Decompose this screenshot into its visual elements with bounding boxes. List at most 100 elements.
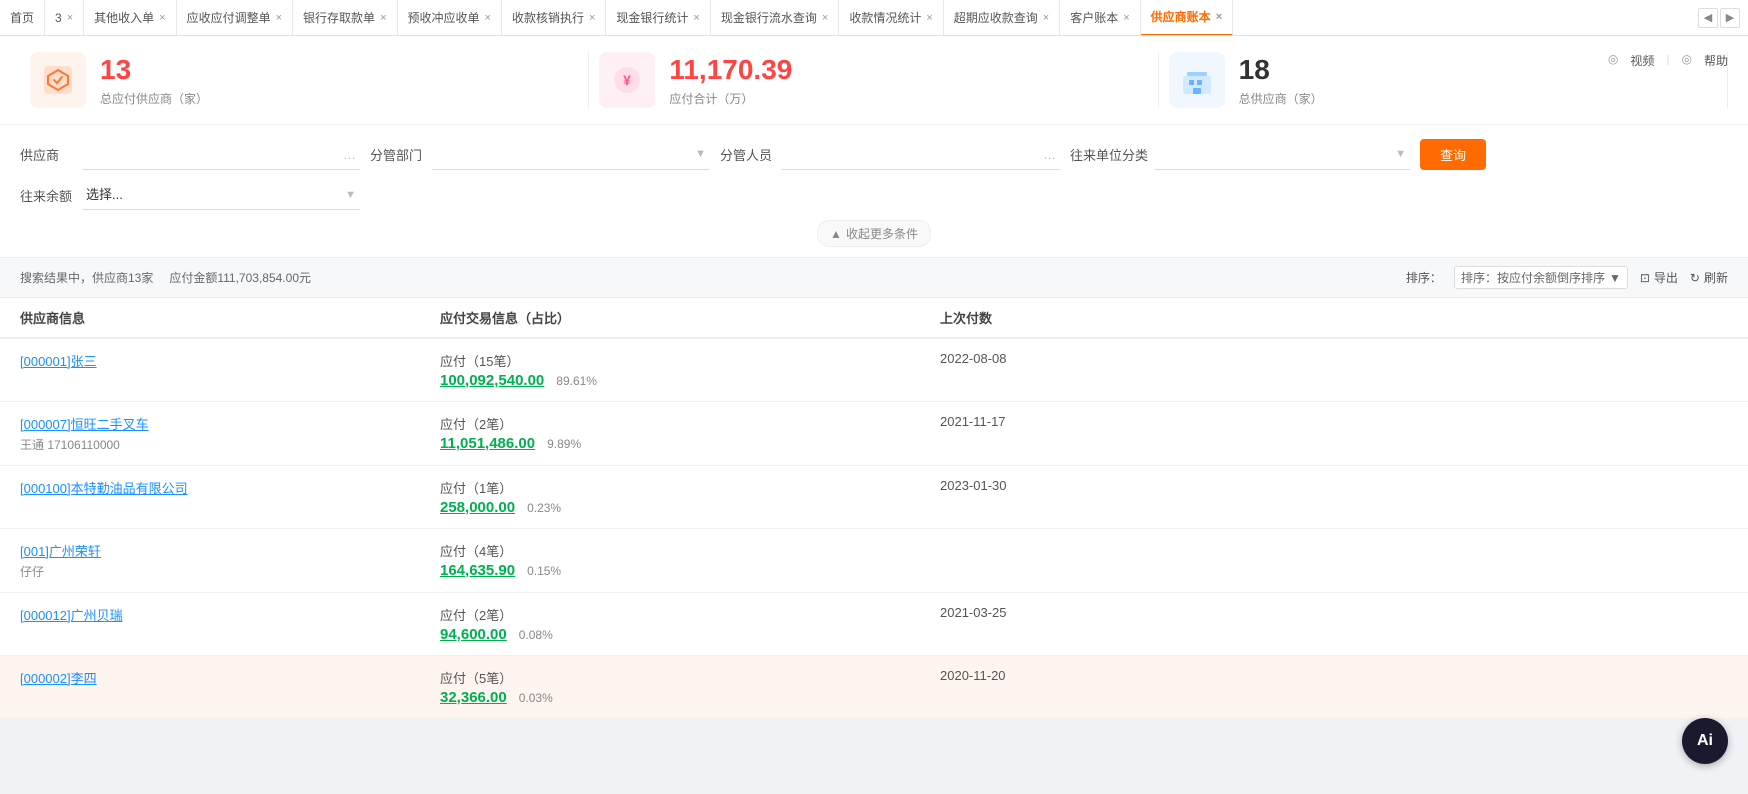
dept-select[interactable] <box>432 147 710 162</box>
nav-tab-cash-bank-flow-close[interactable]: × <box>822 12 828 24</box>
query-button[interactable]: 查询 <box>1420 139 1486 170</box>
nav-bank-deposit-label: 银行存取款单 <box>303 9 375 26</box>
stat-card-payable-total: ¥ 11,170.39 应付合计（万） <box>589 52 1158 108</box>
filter-manager: 分管人员 … <box>720 140 1060 170</box>
nav-tab-customer-account-close[interactable]: × <box>1123 12 1129 24</box>
stat-value-total-supplier: 18 <box>1239 53 1323 87</box>
top-nav: 首页 3 × 其他收入单 × 应收应付调整单 × 银行存取款单 × 预收冲应收单… <box>0 0 1748 36</box>
nav-tab-ap-adjust-close[interactable]: × <box>276 12 282 24</box>
filter-dept-label: 分管部门 <box>370 145 426 164</box>
supplier-link-4[interactable]: [000012]广州贝瑞 <box>20 608 123 623</box>
tx-percent-2: 0.23% <box>527 501 561 515</box>
supplier-link-3[interactable]: [001]广州荣轩 <box>20 544 101 559</box>
filter-balance-wrap: 选择... ▼ <box>82 180 360 210</box>
filter-area: 供应商 … 分管部门 ▼ 分管人员 … 往来单位分类 <box>0 125 1748 258</box>
sort-select[interactable]: 排序：按应付余额倒序排序 ▼ <box>1454 266 1628 289</box>
nav-cash-bank-flow-label: 现金银行流水查询 <box>721 9 817 26</box>
table-row: [000001]张三 应付（15笔） 100,092,540.00 89.61%… <box>0 339 1748 402</box>
nav-ap-adjust-label: 应收应付调整单 <box>187 9 271 26</box>
nav-tab-other-income[interactable]: 其他收入单 × <box>84 0 176 36</box>
supplier-sub-1: 王通 17106110000 <box>20 436 440 453</box>
sort-label-text: 排序：按应付余额倒序排序 <box>1461 269 1605 286</box>
supplier-ellipsis-icon[interactable]: … <box>343 147 356 162</box>
supplier-link-0[interactable]: [000001]张三 <box>20 354 97 369</box>
nav-tab-overdue-collection-close[interactable]: × <box>1043 12 1049 24</box>
nav-prev-arrow[interactable]: ◀ <box>1698 8 1718 28</box>
last-pay-date-0: 2022-08-08 <box>940 351 1007 366</box>
nav-tab-advance-collection-close[interactable]: × <box>485 12 491 24</box>
tx-percent-4: 0.08% <box>519 628 553 642</box>
ai-label: Ai <box>1697 732 1713 750</box>
nav-tab-ap-adjust[interactable]: 应收应付调整单 × <box>177 0 293 36</box>
nav-tab-receipt-verify[interactable]: 收款核销执行 × <box>502 0 606 36</box>
stat-label-total-supplier: 总供应商（家） <box>1239 90 1323 107</box>
nav-tab-cash-bank-stat[interactable]: 现金银行统计 × <box>606 0 710 36</box>
nav-overdue-collection-label: 超期应收款查询 <box>954 9 1038 26</box>
nav-tab-other-income-close[interactable]: × <box>159 12 165 24</box>
supplier-link-5[interactable]: [000002]李四 <box>20 671 97 686</box>
supplier-payable-icon <box>30 52 86 108</box>
transaction-cell-5: 应付（5笔） 32,366.00 0.03% <box>440 668 940 706</box>
nav-tab-collection-stat[interactable]: 收款情况统计 × <box>839 0 943 36</box>
nav-tab-bank-deposit-close[interactable]: × <box>380 12 386 24</box>
stat-label-payable: 总应付供应商（家） <box>100 90 208 107</box>
export-label: 导出 <box>1654 269 1678 286</box>
nav-tab-receipt-verify-close[interactable]: × <box>589 12 595 24</box>
filter-dept-select-wrap: ▼ <box>432 140 710 170</box>
nav-supplier-account-label: 供应商账本 <box>1151 8 1211 25</box>
nav-tab-home[interactable]: 首页 <box>0 0 45 36</box>
col-header-last-pay: 上次付数 <box>940 308 1728 327</box>
tx-row-0: 100,092,540.00 89.61% <box>440 372 940 389</box>
filter-supplier: 供应商 … <box>20 140 360 170</box>
supplier-input[interactable] <box>82 147 360 162</box>
supplier-cell-0: [000001]张三 <box>20 351 440 370</box>
tx-amount-1[interactable]: 11,051,486.00 <box>440 435 535 452</box>
filter-supplier-label: 供应商 <box>20 145 76 164</box>
supplier-link-2[interactable]: [000100]本特勤油品有限公司 <box>20 481 188 496</box>
nav-tab-supplier-account[interactable]: 供应商账本 × <box>1141 0 1233 36</box>
last-pay-cell-2: 2023-01-30 <box>940 478 1728 493</box>
nav-advance-collection-label: 预收冲应收单 <box>408 9 480 26</box>
tx-percent-5: 0.03% <box>519 691 553 705</box>
ai-button[interactable]: Ai <box>1682 718 1728 764</box>
tx-amount-5[interactable]: 32,366.00 <box>440 689 507 706</box>
tx-amount-2[interactable]: 258,000.00 <box>440 499 515 516</box>
nav-tab-customer-account[interactable]: 客户账本 × <box>1060 0 1140 36</box>
table-body: [000001]张三 应付（15笔） 100,092,540.00 89.61%… <box>0 339 1748 719</box>
manager-input[interactable] <box>782 147 1060 162</box>
export-button[interactable]: ⊡ 导出 <box>1640 269 1678 286</box>
refresh-label: 刷新 <box>1704 269 1728 286</box>
video-link[interactable]: 视频 <box>1630 52 1654 69</box>
table-row: [000007]恒旺二手叉车 王通 17106110000 应付（2笔） 11,… <box>0 402 1748 466</box>
filter-row-2: 往来余额 选择... ▼ <box>20 180 1728 210</box>
nav-next-arrow[interactable]: ▶ <box>1720 8 1740 28</box>
unit-type-select[interactable] <box>1154 147 1410 162</box>
nav-tab-3[interactable]: 3 × <box>45 0 84 36</box>
help-link[interactable]: 帮助 <box>1704 52 1728 69</box>
total-supplier-icon <box>1169 52 1225 108</box>
refresh-icon: ↻ <box>1690 271 1700 285</box>
nav-tab-bank-deposit[interactable]: 银行存取款单 × <box>293 0 397 36</box>
manager-ellipsis-icon[interactable]: … <box>1043 147 1056 162</box>
stat-actions: ◎ 视频 | ◎ 帮助 <box>1608 52 1728 69</box>
nav-tab-supplier-account-close[interactable]: × <box>1216 11 1222 23</box>
filter-balance: 往来余额 选择... ▼ <box>20 180 360 210</box>
supplier-link-1[interactable]: [000007]恒旺二手叉车 <box>20 417 149 432</box>
nav-cash-bank-stat-label: 现金银行统计 <box>616 9 688 26</box>
tx-amount-0[interactable]: 100,092,540.00 <box>440 372 544 389</box>
tx-amount-4[interactable]: 94,600.00 <box>440 626 507 643</box>
tx-amount-3[interactable]: 164,635.90 <box>440 562 515 579</box>
nav-tab-3-close[interactable]: × <box>67 12 73 24</box>
nav-tab-overdue-collection[interactable]: 超期应收款查询 × <box>944 0 1060 36</box>
balance-select[interactable]: 选择... <box>82 187 360 202</box>
nav-tab-collection-stat-close[interactable]: × <box>926 12 932 24</box>
sort-chevron-icon: ▼ <box>1609 271 1621 285</box>
nav-tab-advance-collection[interactable]: 预收冲应收单 × <box>398 0 502 36</box>
nav-tab-cash-bank-flow[interactable]: 现金银行流水查询 × <box>711 0 839 36</box>
nav-tab-cash-bank-stat-close[interactable]: × <box>693 12 699 24</box>
last-pay-date-2: 2023-01-30 <box>940 478 1007 493</box>
last-pay-cell-1: 2021-11-17 <box>940 414 1728 429</box>
refresh-button[interactable]: ↻ 刷新 <box>1690 269 1728 286</box>
collapse-button[interactable]: ▲ 收起更多条件 <box>817 220 931 247</box>
stat-info-total-supplier: 18 总供应商（家） <box>1239 53 1323 108</box>
